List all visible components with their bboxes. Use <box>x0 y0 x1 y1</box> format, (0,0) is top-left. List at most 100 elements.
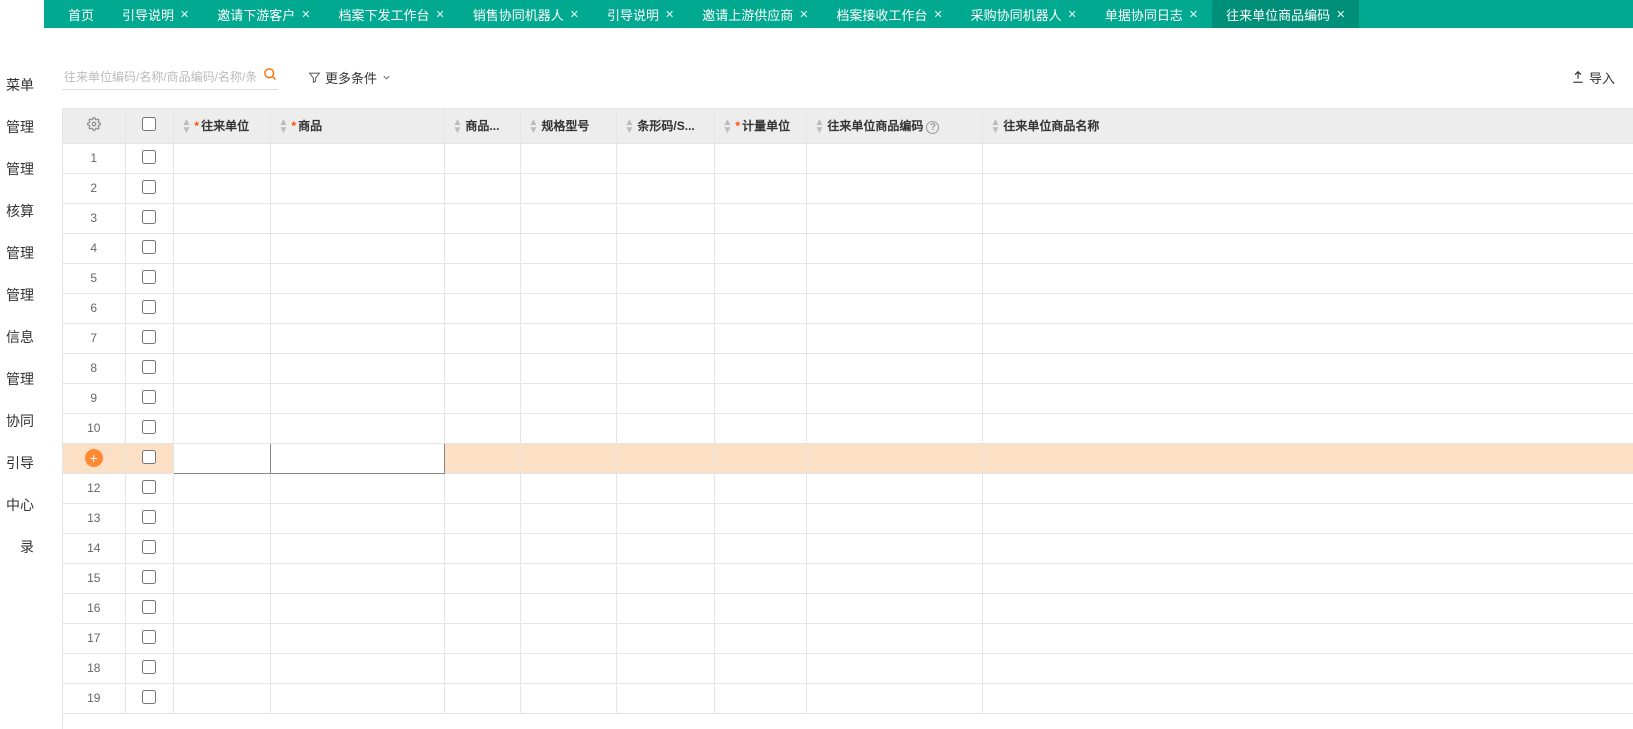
cell-uname[interactable] <box>982 143 1633 173</box>
cell-spec[interactable] <box>520 623 616 653</box>
column-header-uname[interactable]: ▲▼往来单位商品名称 <box>982 109 1633 143</box>
cell-bar[interactable] <box>616 443 714 473</box>
cell-unit[interactable] <box>173 293 270 323</box>
search-icon[interactable] <box>263 67 278 85</box>
cell-unit[interactable] <box>173 563 270 593</box>
cell-prod[interactable] <box>270 563 444 593</box>
cell-ucode[interactable] <box>806 683 982 713</box>
table-row[interactable]: 19 <box>63 683 1633 713</box>
search-input[interactable] <box>62 64 278 90</box>
column-header-ucode[interactable]: ▲▼往来单位商品编码? <box>806 109 982 143</box>
cell-spec[interactable] <box>520 173 616 203</box>
close-icon[interactable]: ✕ <box>570 8 579 21</box>
row-checkbox[interactable] <box>142 360 156 374</box>
cell-meas[interactable] <box>714 173 806 203</box>
cell-bar[interactable] <box>616 233 714 263</box>
close-icon[interactable]: ✕ <box>1336 8 1345 21</box>
cell-ucode[interactable] <box>806 533 982 563</box>
cell-pcode[interactable] <box>444 203 520 233</box>
cell-unit[interactable] <box>173 203 270 233</box>
row-checkbox[interactable] <box>142 450 156 464</box>
cell-pcode[interactable] <box>444 593 520 623</box>
cell-prod[interactable] <box>270 623 444 653</box>
table-row[interactable]: 12 <box>63 473 1633 503</box>
close-icon[interactable]: ✕ <box>1068 8 1077 21</box>
table-row[interactable]: 4 <box>63 233 1633 263</box>
cell-ucode[interactable] <box>806 503 982 533</box>
cell-meas[interactable] <box>714 413 806 443</box>
close-icon[interactable]: ✕ <box>799 8 808 21</box>
cell-spec[interactable] <box>520 503 616 533</box>
tab[interactable]: 档案接收工作台✕ <box>822 0 956 28</box>
cell-pcode[interactable] <box>444 293 520 323</box>
cell-uname[interactable] <box>982 293 1633 323</box>
cell-bar[interactable] <box>616 353 714 383</box>
cell-prod[interactable] <box>270 173 444 203</box>
row-checkbox[interactable] <box>142 390 156 404</box>
cell-prod[interactable] <box>270 533 444 563</box>
cell-bar[interactable] <box>616 653 714 683</box>
cell-uname[interactable] <box>982 413 1633 443</box>
cell-unit[interactable] <box>173 653 270 683</box>
row-checkbox[interactable] <box>142 480 156 494</box>
sidebar-item[interactable]: 菜单 <box>0 64 44 106</box>
row-checkbox[interactable] <box>142 270 156 284</box>
close-icon[interactable]: ✕ <box>665 8 674 21</box>
cell-pcode[interactable] <box>444 173 520 203</box>
table-row[interactable]: 13 <box>63 503 1633 533</box>
sidebar-item[interactable]: 录 <box>0 526 44 568</box>
cell-prod[interactable] <box>270 473 444 503</box>
cell-spec[interactable] <box>520 353 616 383</box>
cell-uname[interactable] <box>982 383 1633 413</box>
row-checkbox[interactable] <box>142 600 156 614</box>
cell-meas[interactable] <box>714 683 806 713</box>
cell-uname[interactable] <box>982 683 1633 713</box>
cell-meas[interactable] <box>714 263 806 293</box>
cell-unit[interactable] <box>173 593 270 623</box>
cell-meas[interactable] <box>714 533 806 563</box>
tab[interactable]: 销售协同机器人✕ <box>459 0 593 28</box>
sidebar-item[interactable]: 管理 <box>0 358 44 400</box>
row-checkbox[interactable] <box>142 180 156 194</box>
cell-meas[interactable] <box>714 563 806 593</box>
sidebar-item[interactable]: 管理 <box>0 106 44 148</box>
sidebar-item[interactable]: 核算 <box>0 190 44 232</box>
tab[interactable]: 采购协同机器人✕ <box>957 0 1091 28</box>
close-icon[interactable]: ✕ <box>301 8 310 21</box>
cell-meas[interactable] <box>714 443 806 473</box>
cell-uname[interactable] <box>982 173 1633 203</box>
cell-unit[interactable] <box>173 623 270 653</box>
cell-spec[interactable] <box>520 293 616 323</box>
column-header-spec[interactable]: ▲▼规格型号 <box>520 109 616 143</box>
cell-spec[interactable] <box>520 473 616 503</box>
settings-header[interactable] <box>63 109 125 143</box>
cell-spec[interactable] <box>520 443 616 473</box>
row-checkbox[interactable] <box>142 630 156 644</box>
cell-meas[interactable] <box>714 143 806 173</box>
cell-bar[interactable] <box>616 383 714 413</box>
table-row[interactable]: 18 <box>63 653 1633 683</box>
sidebar-item[interactable]: 管理 <box>0 232 44 274</box>
cell-spec[interactable] <box>520 413 616 443</box>
cell-pcode[interactable] <box>444 683 520 713</box>
cell-pcode[interactable] <box>444 323 520 353</box>
cell-pcode[interactable] <box>444 623 520 653</box>
cell-spec[interactable] <box>520 563 616 593</box>
cell-meas[interactable] <box>714 593 806 623</box>
cell-ucode[interactable] <box>806 203 982 233</box>
cell-meas[interactable] <box>714 323 806 353</box>
cell-meas[interactable] <box>714 623 806 653</box>
column-header-meas[interactable]: ▲▼*计量单位 <box>714 109 806 143</box>
tab[interactable]: 单据协同日志✕ <box>1091 0 1212 28</box>
cell-ucode[interactable] <box>806 263 982 293</box>
sidebar-item[interactable]: 管理 <box>0 148 44 190</box>
cell-pcode[interactable] <box>444 233 520 263</box>
row-checkbox[interactable] <box>142 150 156 164</box>
cell-meas[interactable] <box>714 233 806 263</box>
cell-meas[interactable] <box>714 203 806 233</box>
cell-spec[interactable] <box>520 323 616 353</box>
column-header-bar[interactable]: ▲▼条形码/S... <box>616 109 714 143</box>
table-row[interactable]: 9 <box>63 383 1633 413</box>
row-checkbox[interactable] <box>142 540 156 554</box>
cell-uname[interactable] <box>982 353 1633 383</box>
